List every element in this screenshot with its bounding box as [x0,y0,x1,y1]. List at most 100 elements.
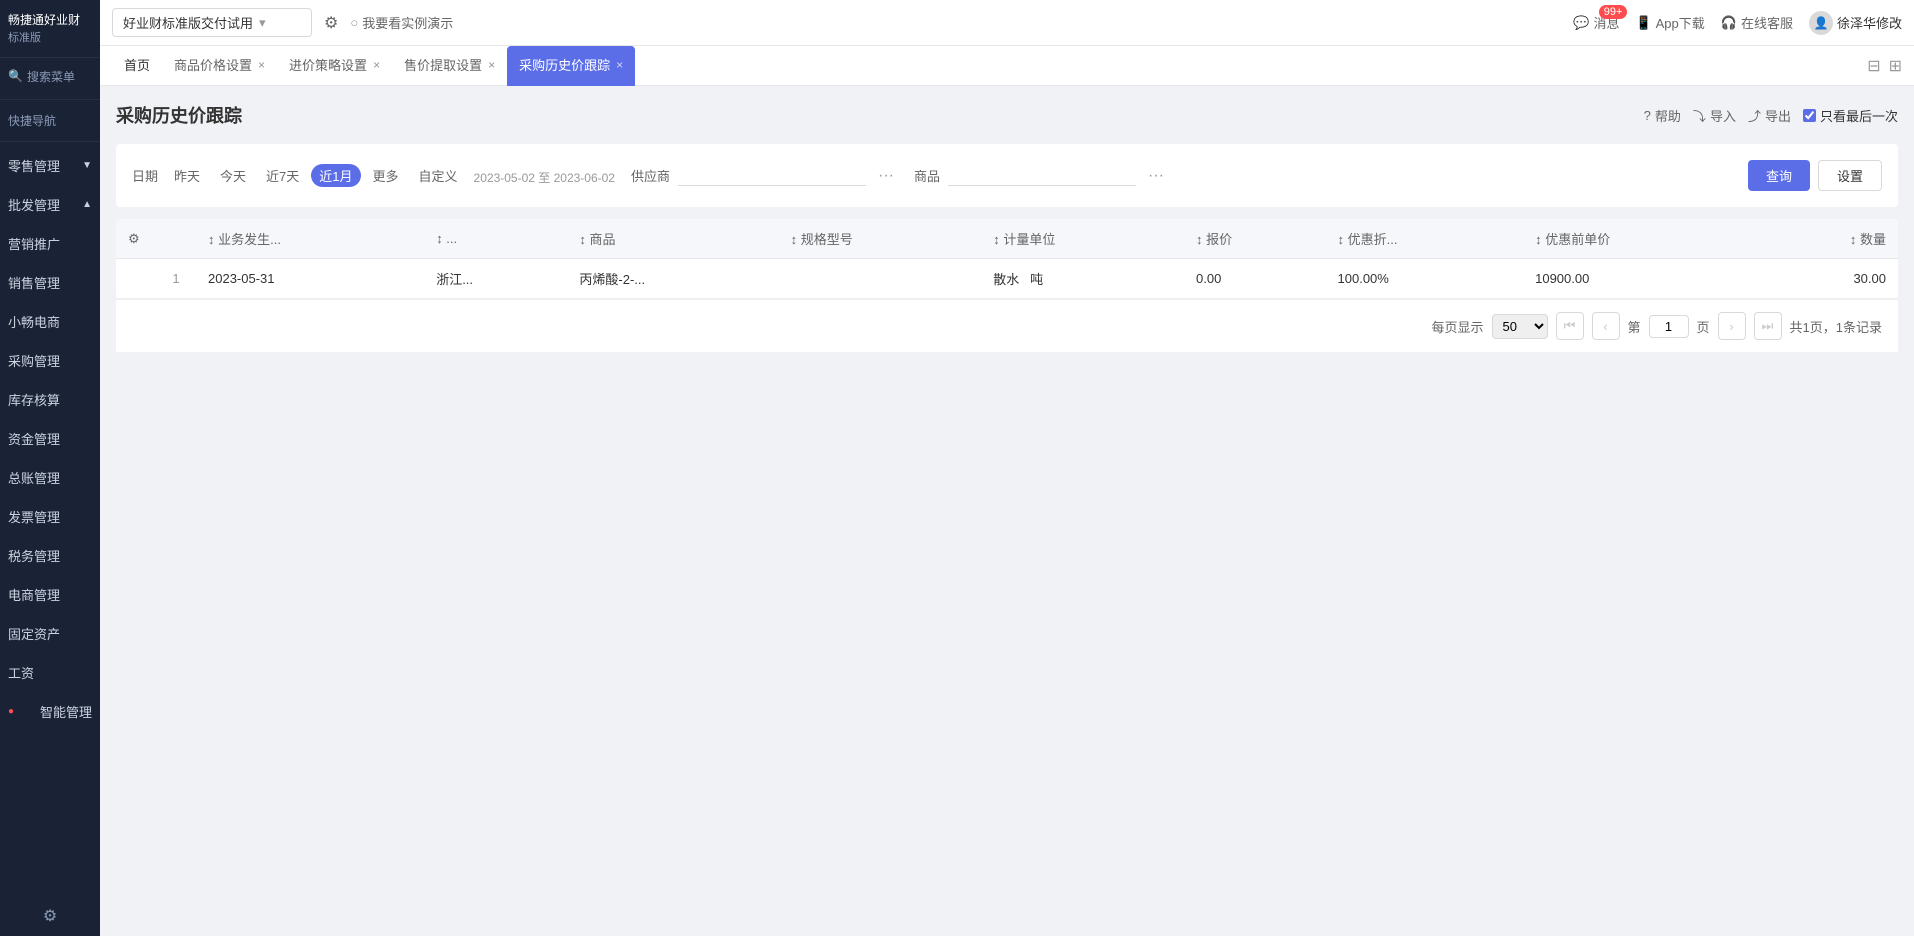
tab-product-price[interactable]: 商品价格设置 × [162,46,277,86]
page-header: 采购历史价跟踪 ? 帮助 ⤵ 导入 ⤴ 导出 只看最后一次 [116,102,1898,128]
page-title: 采购历史价跟踪 [116,102,242,128]
sidebar-item-wholesale[interactable]: 批发管理 ▲ [0,185,100,224]
data-table-container: ⚙ ↕ 业务发生... ↕ ... ↕ 商品 ↕ 规格型号 ↕ 计量单位 ↕ 报… [116,219,1898,299]
per-page-select[interactable]: 50 100 200 [1492,314,1548,339]
messages-badge: 99+ [1599,5,1628,19]
sidebar-item-tax-label: 税务管理 [8,546,60,565]
date-opt-1month[interactable]: 近1月 [311,164,360,187]
sidebar-item-sales-label: 销售管理 [8,273,60,292]
col-spec[interactable]: ↕ 规格型号 [779,219,982,259]
app-download-button[interactable]: 📱 App下载 [1635,13,1704,32]
sidebar-item-tax[interactable]: 税务管理 [0,536,100,575]
sidebar-item-ecommerce-small[interactable]: 小畅电商 [0,302,100,341]
sidebar-item-retail[interactable]: 零售管理 ▼ [0,146,100,185]
sidebar-item-sales[interactable]: 销售管理 [0,263,100,302]
sidebar-item-purchase-label: 采购管理 [8,351,60,370]
sidebar-item-ecommerce-small-label: 小畅电商 [8,312,60,331]
export-button[interactable]: ⤴ 导出 [1748,106,1791,125]
close-icon[interactable]: × [616,58,623,72]
col-discount[interactable]: ↕ 优惠折... [1326,219,1524,259]
product-filter-label: 商品 [914,166,940,185]
sidebar-item-payroll[interactable]: 工资 [0,653,100,692]
data-table: ⚙ ↕ 业务发生... ↕ ... ↕ 商品 ↕ 规格型号 ↕ 计量单位 ↕ 报… [116,219,1898,299]
date-opt-today[interactable]: 今天 [212,164,254,187]
sidebar-item-intelligent-label: 智能管理 [40,702,92,721]
tab-price-extract[interactable]: 售价提取设置 × [392,46,507,86]
sidebar-item-ledger[interactable]: 总账管理 [0,458,100,497]
query-button[interactable]: 查询 [1748,160,1810,191]
page-content: 采购历史价跟踪 ? 帮助 ⤵ 导入 ⤴ 导出 只看最后一次 [100,86,1914,936]
sidebar-item-marketing[interactable]: 营销推广 [0,224,100,263]
tab-home[interactable]: 首页 [112,46,162,86]
supplier-input[interactable] [678,166,866,186]
pagination-next-btn[interactable]: › [1718,312,1746,340]
date-opt-custom[interactable]: 自定义 [411,164,466,187]
col-extra[interactable]: ↕ ... [424,219,567,259]
pagination-prev-btn[interactable]: ‹ [1592,312,1620,340]
sidebar-quick-nav[interactable]: 快捷导航 [0,104,100,137]
sidebar-item-assets-label: 固定资产 [8,624,60,643]
sidebar-item-ecommerce[interactable]: 电商管理 [0,575,100,614]
col-price[interactable]: ↕ 报价 [1184,219,1326,259]
sidebar-item-purchase[interactable]: 采购管理 [0,341,100,380]
tab-purchase-history[interactable]: 采购历史价跟踪 × [507,46,635,86]
sidebar-item-inventory-label: 库存核算 [8,390,60,409]
last-only-checkbox-label[interactable]: 只看最后一次 [1803,106,1898,125]
close-icon[interactable]: × [373,58,380,72]
demo-button[interactable]: ○ 我要看实例演示 [350,13,453,32]
date-opt-yesterday[interactable]: 昨天 [166,164,208,187]
search-icon: 🔍 [8,69,23,83]
gear-icon[interactable]: ⚙ [43,906,57,926]
sidebar-item-finance[interactable]: 资金管理 [0,419,100,458]
red-dot-icon: ● [8,706,14,717]
product-dots-icon[interactable]: ··· [1144,167,1168,185]
sidebar-item-wholesale-label: 批发管理 [8,195,60,214]
product-input[interactable] [948,166,1136,186]
row-discount: 100.00% [1326,259,1524,299]
sidebar-search[interactable]: 🔍 搜索菜单 [0,58,100,95]
last-only-checkbox[interactable] [1803,109,1816,122]
tab-minimize-icon[interactable]: ⊟ [1867,56,1880,76]
table-row: 1 2023-05-31 浙江... 丙烯酸-2-... 散水 吨 0.00 1… [116,259,1898,299]
topbar-gear-icon[interactable]: ⚙ [320,9,342,37]
messages-button[interactable]: 💬 消息 99+ [1573,13,1619,32]
sidebar-item-inventory[interactable]: 库存核算 [0,380,100,419]
tab-cost-strategy-label: 进价策略设置 [289,55,367,74]
import-button[interactable]: ⤵ 导入 [1693,106,1736,125]
col-date[interactable]: ↕ 业务发生... [196,219,424,259]
sidebar-item-invoice[interactable]: 发票管理 [0,497,100,536]
user-menu[interactable]: 👤 徐泽华修改 [1809,11,1902,35]
pagination-first-btn[interactable]: ⏮ [1556,312,1584,340]
date-opt-7days[interactable]: 近7天 [258,164,307,187]
supplier-dots-icon[interactable]: ··· [874,167,898,185]
date-opt-more[interactable]: 更多 [365,164,407,187]
settings-button[interactable]: 设置 [1818,160,1882,191]
pagination-last-btn[interactable]: ⏭ [1754,312,1782,340]
close-icon[interactable]: × [258,58,265,72]
sidebar-item-assets[interactable]: 固定资产 [0,614,100,653]
row-gear[interactable] [116,259,156,299]
col-settings[interactable]: ⚙ [116,219,156,259]
col-product[interactable]: ↕ 商品 [567,219,778,259]
online-service-button[interactable]: 🎧 在线客服 [1721,13,1793,32]
import-label: 导入 [1710,106,1736,125]
help-button[interactable]: ? 帮助 [1644,106,1681,125]
sidebar-item-ecommerce-label: 电商管理 [8,585,60,604]
close-icon[interactable]: × [488,58,495,72]
row-unit-price: 10900.00 [1523,259,1756,299]
tab-cost-strategy[interactable]: 进价策略设置 × [277,46,392,86]
sidebar-item-finance-label: 资金管理 [8,429,60,448]
row-supplier: 浙江... [424,259,567,299]
tab-product-price-label: 商品价格设置 [174,55,252,74]
sidebar-item-intelligent[interactable]: ● 智能管理 [0,692,100,731]
table-header-row: ⚙ ↕ 业务发生... ↕ ... ↕ 商品 ↕ 规格型号 ↕ 计量单位 ↕ 报… [116,219,1898,259]
version-selector[interactable]: 好业财标准版交付试用 ▾ [112,8,312,37]
col-quantity[interactable]: ↕ 数量 [1756,219,1898,259]
tab-home-label: 首页 [124,55,150,74]
tab-maximize-icon[interactable]: ⊞ [1889,56,1902,76]
page-input[interactable] [1649,315,1689,338]
col-unit[interactable]: ↕ 计量单位 [981,219,1184,259]
col-unit-price[interactable]: ↕ 优惠前单价 [1523,219,1756,259]
sidebar-item-payroll-label: 工资 [8,663,34,682]
row-date: 2023-05-31 [196,259,424,299]
